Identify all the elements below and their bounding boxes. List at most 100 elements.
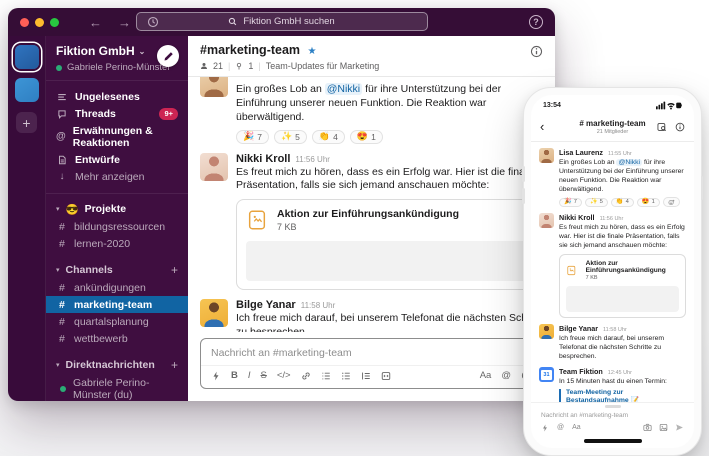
reaction-pill[interactable]: 😍 1 [349,129,383,144]
sidebar-item-lernen-2020[interactable]: # lernen-2020 [46,235,188,252]
message-input[interactable] [201,339,542,365]
help-button[interactable]: ? [529,15,543,29]
timestamp[interactable]: 11:58 Uhr [301,301,336,310]
add-workspace-button[interactable]: + [16,112,37,133]
sidebar-item-wettbewerb[interactable]: # wettbewerb [46,330,188,347]
shortcuts-lightning-icon[interactable] [211,371,221,381]
sidebar-item-unreads[interactable]: Ungelesenes [46,88,188,105]
timestamp[interactable]: 12:45 Uhr [608,370,632,376]
drag-handle [604,405,621,408]
workspace-icon-secondary[interactable] [14,78,39,102]
bold-button[interactable]: B [231,371,238,381]
avatar[interactable] [539,324,554,340]
new-message-button[interactable] [157,45,179,67]
mention-button[interactable]: @ [501,371,511,381]
ordered-list-icon[interactable] [321,371,331,381]
file-icon [567,266,576,276]
message-text: Es freut mich zu hören, dass es ein Erfo… [236,165,534,192]
channel-title[interactable]: #marketing-team [200,43,300,57]
member-count[interactable]: 21 [213,61,223,71]
section-header-projekte[interactable]: ▾ 😎 Projekte [46,200,188,218]
maximize-window-button[interactable] [50,17,59,27]
text-format-button[interactable]: Aa [572,424,581,431]
sidebar-item-drafts[interactable]: Entwürfe [46,151,188,168]
sidebar-item-mentions[interactable]: @ Erwähnungen & Reaktionen [46,122,188,151]
reaction-pill[interactable]: 👏 4 [311,129,345,144]
gallery-icon[interactable] [659,423,668,432]
event-link[interactable]: Team-Meeting zur Bestandsaufnahme 📝 [566,389,686,402]
pin-count[interactable]: 1 [248,61,253,71]
mention-link[interactable]: @Nikki [616,158,643,166]
message-lisa: Lisa Laurenz 11:55 Uhr Ein großes Lob an … [539,148,686,208]
channel-info-button[interactable] [675,122,685,132]
author-name[interactable]: Team Fiktion [559,367,603,376]
shortcuts-lightning-icon[interactable] [541,424,549,432]
reaction-pill[interactable]: ✨ 5 [273,129,307,144]
reaction-pill[interactable]: 👏 4 [610,197,634,207]
add-reaction-button[interactable] [662,197,680,208]
minimize-window-button[interactable] [35,17,44,27]
channel-topic[interactable]: Team-Updates für Marketing [266,61,380,71]
triangle-icon: ▾ [56,266,60,274]
section-header-channels[interactable]: ▾ Channels + [46,260,188,279]
italic-button[interactable]: I [248,371,251,381]
avatar[interactable] [200,77,228,97]
avatar[interactable] [539,213,554,229]
code-block-icon[interactable] [381,371,391,381]
bullet-list-icon[interactable] [341,371,351,381]
sidebar-item-quartalsplanung[interactable]: # quartalsplanung [46,313,188,330]
reaction-pill[interactable]: 🎉 7 [236,129,269,144]
send-button[interactable] [675,423,684,432]
star-icon[interactable]: ★ [308,46,317,57]
history-forward-button[interactable]: → [118,16,131,29]
avatar[interactable] [200,152,228,181]
sidebar-item-marketing-team[interactable]: # marketing-team [46,296,188,313]
code-button[interactable]: </> [277,371,291,381]
author-name[interactable]: Lisa Laurenz [559,148,603,157]
global-search-input[interactable]: Fiktion GmbH suchen [135,12,428,31]
author-name[interactable]: Bilge Yanar [236,299,296,311]
sidebar-item-show-more[interactable]: ↓ Mehr anzeigen [46,168,188,185]
text-format-button[interactable]: Aa [480,371,492,381]
add-channel-button[interactable]: + [171,263,178,277]
file-preview[interactable] [246,241,528,282]
section-header-dms[interactable]: ▾ Direktnachrichten + [46,355,188,374]
back-button[interactable]: ‹ [540,120,544,133]
sidebar-dm-gabriele[interactable]: Gabriele Perino-Münster (du) [46,374,188,401]
mention-link[interactable]: @Nikki [324,83,363,95]
timestamp[interactable]: 11:55 Uhr [608,151,632,157]
author-name[interactable]: Nikki Kroll [559,213,595,222]
slack-desktop-window: ← → Fiktion GmbH suchen ? + Fiktion GmbH [8,8,555,401]
phone-message-input[interactable]: Nachricht an #marketing-team [541,406,684,423]
add-dm-button[interactable]: + [171,358,178,372]
sidebar-item-bildungsressourcen[interactable]: # bildungsressourcen [46,218,188,235]
reaction-pill[interactable]: 🎉 7 [559,197,582,207]
calendar-app-avatar[interactable]: 31 [539,367,554,383]
sidebar-item-ankuendigungen[interactable]: # ankündigungen [46,279,188,296]
history-back-button[interactable]: ← [89,16,102,29]
file-attachment[interactable]: Aktion zur Einführungsankündigung 7 KB [236,199,538,291]
avatar[interactable] [200,299,228,328]
sidebar-item-threads[interactable]: Threads 9+ [46,105,188,122]
mention-button[interactable]: @ [557,424,564,431]
mobile-phone: 13:54 ‹ # marketing-team 21 Mitglieder L… [522,87,703,456]
author-name[interactable]: Nikki Kroll [236,153,290,165]
link-icon[interactable] [301,371,311,381]
timestamp[interactable]: 11:56 Uhr [600,216,624,222]
close-window-button[interactable] [20,17,29,27]
workspace-icon-active[interactable] [14,45,39,69]
reaction-pill[interactable]: ✨ 5 [584,197,608,207]
reaction-pill[interactable]: 😍 1 [636,197,660,207]
channel-search-icon[interactable] [657,122,667,132]
avatar[interactable] [539,148,554,163]
file-preview[interactable] [566,286,679,313]
timestamp[interactable]: 11:58 Uhr [603,327,627,333]
file-attachment[interactable]: Aktion zur Einführungsankündigung 7 KB [559,254,686,319]
strikethrough-button[interactable]: S [261,371,267,381]
blockquote-icon[interactable] [361,371,371,381]
timestamp[interactable]: 11:56 Uhr [295,155,330,164]
camera-icon[interactable] [643,423,652,432]
author-name[interactable]: Bilge Yanar [559,324,598,333]
channel-info-button[interactable] [530,45,543,58]
workspace-name: Fiktion GmbH [56,44,135,58]
